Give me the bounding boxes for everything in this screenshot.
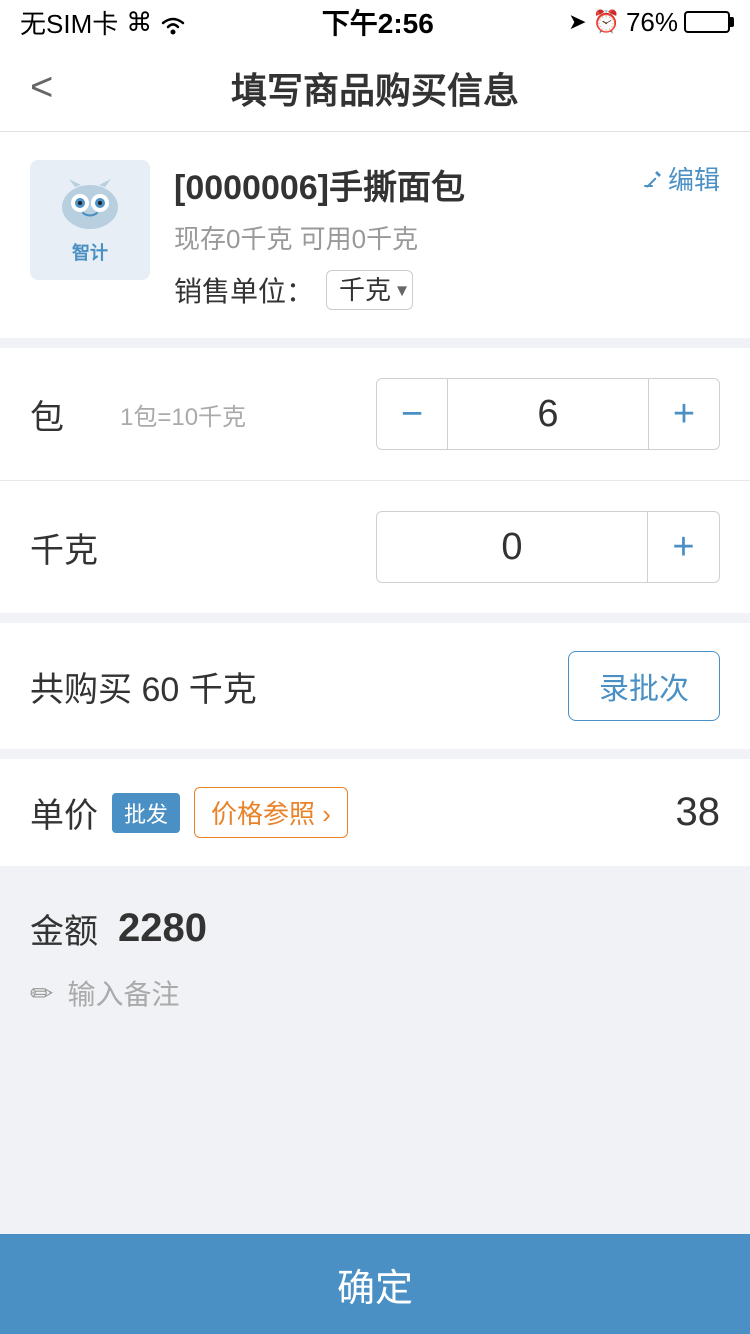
kg-input[interactable] (376, 511, 648, 583)
total-row: 共购买 60 千克 录批次 (0, 623, 750, 759)
price-row: 单价 批发 价格参照 › 38 (30, 787, 720, 838)
price-value: 38 (676, 790, 721, 835)
product-unit-row: 销售单位： 千克 (174, 270, 720, 310)
bao-hint: 1包=10千克 (120, 397, 376, 432)
total-text: 共购买 60 千克 (30, 662, 257, 711)
product-name: [0000006]手撕面包 (174, 160, 465, 209)
price-section: 单价 批发 价格参照 › 38 (0, 759, 750, 876)
status-time: 下午2:56 (322, 2, 434, 42)
unit-select[interactable]: 千克 (326, 270, 413, 310)
amount-section: 金额 2280 ✏ 输入备注 (0, 876, 750, 1076)
wifi-icon: ⌘ (126, 7, 187, 38)
unit-select-wrap[interactable]: 千克 (326, 270, 413, 310)
nav-bar: < 填写商品购买信息 (0, 44, 750, 132)
product-image: 智计 (30, 160, 150, 280)
amount-value: 2280 (118, 906, 207, 951)
bao-section: 包 1包=10千克 − + 千克 + (0, 348, 750, 623)
price-ref-button[interactable]: 价格参照 › (194, 787, 348, 838)
bao-input[interactable] (448, 378, 648, 450)
unit-label: 销售单位： (174, 270, 314, 310)
logo-text: 智计 (72, 239, 108, 265)
product-info: [0000006]手撕面包 编辑 现存0千克 可用0千克 销售单位： 千克 (174, 160, 720, 310)
product-card: 智计 [0000006]手撕面包 编辑 现存0千克 可用0千克 销售单位： 千克 (0, 132, 750, 348)
edit-button[interactable]: 编辑 (642, 160, 720, 197)
amount-row: 金额 2280 (30, 904, 720, 953)
bao-controls: − + (376, 378, 720, 450)
kg-controls: + (376, 511, 720, 583)
product-logo-icon (55, 175, 125, 235)
product-stock: 现存0千克 可用0千克 (174, 219, 720, 256)
bao-quantity-row: 包 1包=10千克 − + (0, 348, 750, 481)
price-label: 单价 (30, 788, 98, 837)
alarm-icon: ⏰ (593, 9, 620, 35)
kg-label: 千克 (30, 523, 376, 572)
status-bar: 无SIM卡 ⌘ 下午2:56 ➤ ⏰ 76% (0, 0, 750, 44)
note-row[interactable]: ✏ 输入备注 (30, 973, 720, 1013)
status-left: 无SIM卡 ⌘ (20, 4, 187, 41)
price-label-group: 单价 批发 价格参照 › (30, 787, 348, 838)
note-placeholder[interactable]: 输入备注 (67, 973, 179, 1013)
back-button[interactable]: < (30, 55, 73, 120)
kg-plus-button[interactable]: + (648, 511, 720, 583)
pencil-icon: ✏ (30, 977, 53, 1010)
batch-button[interactable]: 录批次 (568, 651, 720, 721)
bao-minus-button[interactable]: − (376, 378, 448, 450)
battery-percent: 76% (626, 7, 678, 38)
status-right: ➤ ⏰ 76% (568, 7, 730, 38)
confirm-button[interactable]: 确定 (0, 1234, 750, 1334)
pifa-badge: 批发 (112, 793, 180, 833)
edit-icon (642, 168, 664, 190)
bao-plus-button[interactable]: + (648, 378, 720, 450)
kg-quantity-row: 千克 + (0, 481, 750, 613)
bao-label: 包 (30, 390, 110, 439)
location-icon: ➤ (568, 9, 586, 35)
carrier-text: 无SIM卡 (20, 4, 118, 41)
amount-label: 金额 (30, 904, 98, 953)
page-title: 填写商品购买信息 (231, 62, 519, 114)
battery-icon (684, 11, 730, 33)
